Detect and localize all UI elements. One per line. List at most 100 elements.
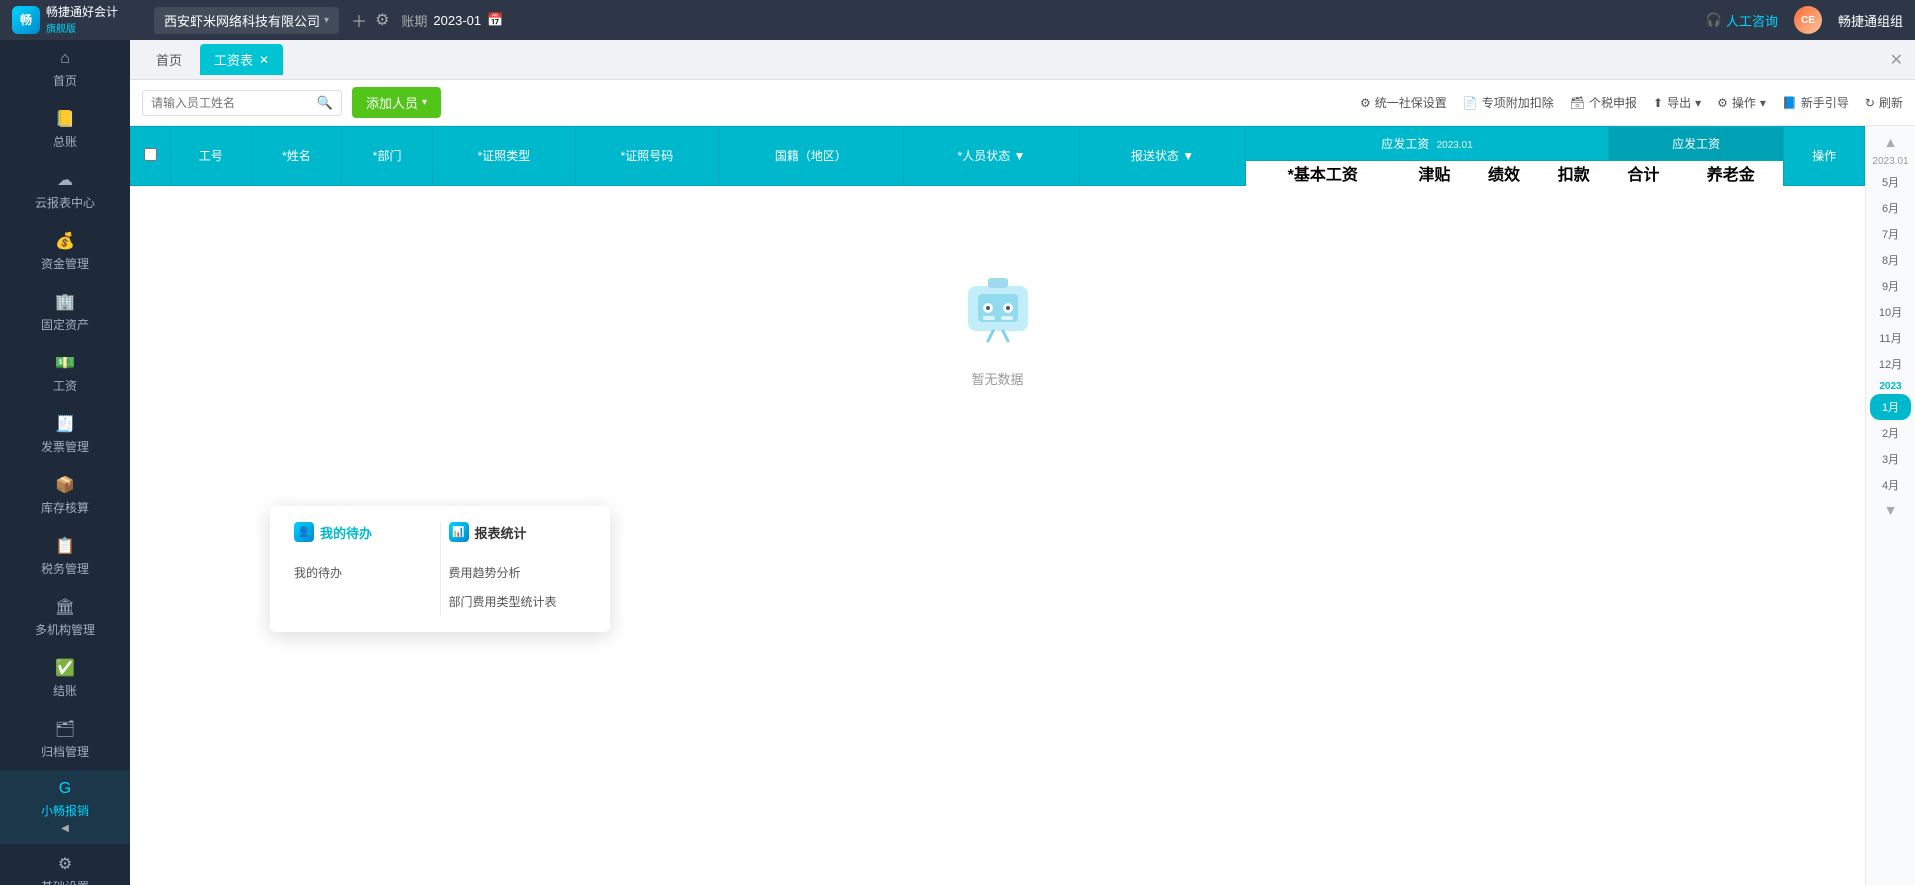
table-timeline-wrapper: 工号 *姓名 *部门 *证照类型 *证照号码 国籍（地区） *人员状态 ▼ [130, 126, 1915, 885]
panel-close-button[interactable]: ✕ [1890, 50, 1903, 70]
user-name: 畅捷通组组 [1838, 11, 1903, 30]
search-input[interactable] [151, 96, 313, 110]
cloud-icon: ☁ [57, 170, 73, 190]
sidebar-item-xiaochang[interactable]: G 小畅报销 ◀ [0, 770, 130, 844]
timeline-month-nov[interactable]: 11月 [1866, 325, 1915, 351]
timeline-year-2023-label: 2023.01 [1866, 154, 1915, 169]
new-guide-action[interactable]: 📘 新手引导 [1782, 94, 1849, 111]
dropdown-col-header-todo: 👤 我的待办 [294, 522, 432, 548]
support-button[interactable]: 🎧 人工咨询 [1706, 11, 1778, 30]
sidebar-item-home[interactable]: ⌂ 首页 [0, 40, 130, 99]
logo-main-text: 畅捷通好会计 [46, 5, 118, 19]
table-container: 工号 *姓名 *部门 *证照类型 *证照号码 国籍（地区） *人员状态 ▼ [130, 126, 1865, 885]
year-header-label: 2023.01 [1437, 140, 1473, 151]
add-employee-button[interactable]: 添加人员 ▾ [352, 87, 441, 118]
sidebar-item-archive[interactable]: 🗂 归档管理 [0, 709, 130, 770]
sidebar-item-invoice[interactable]: 🧾 发票管理 [0, 404, 130, 465]
th-report-status[interactable]: 报送状态 ▼ [1080, 127, 1246, 186]
tax-report-action[interactable]: 🗃 个税申报 [1570, 94, 1637, 111]
funds-icon: 💰 [55, 231, 75, 251]
sidebar-item-multi-org[interactable]: 🏛 多机构管理 [0, 587, 130, 648]
sidebar-item-funds[interactable]: 💰 资金管理 [0, 221, 130, 282]
avatar-initials: CE [1801, 15, 1815, 26]
tabs-bar: 首页 工资表 ✕ ✕ [130, 40, 1915, 80]
timeline-month-apr[interactable]: 4月 [1866, 472, 1915, 498]
new-guide-icon: 📘 [1782, 96, 1797, 110]
th-status[interactable]: *人员状态 ▼ [903, 127, 1079, 186]
payroll-table: 工号 *姓名 *部门 *证照类型 *证照号码 国籍（地区） *人员状态 ▼ [130, 126, 1865, 468]
sidebar-item-label: 基础设置 [41, 878, 89, 885]
sidebar-item-label: 小畅报销 [41, 802, 89, 819]
th-dept: *部门 [342, 127, 433, 186]
gear-icon: ⚙ [58, 854, 72, 874]
social-security-action[interactable]: ⚙ 统一社保设置 [1360, 94, 1447, 111]
special-deduct-action[interactable]: 📄 专项附加扣除 [1463, 94, 1554, 111]
timeline-month-may[interactable]: 5月 [1866, 169, 1915, 195]
tab-close-icon[interactable]: ✕ [259, 53, 269, 67]
tab-payroll[interactable]: 工资表 ✕ [200, 44, 283, 75]
empty-state: 暂无数据 [131, 186, 1865, 468]
sidebar-item-tax[interactable]: 📋 税务管理 [0, 526, 130, 587]
th-nationality: 国籍（地区） [718, 127, 903, 186]
timeline-month-sep[interactable]: 9月 [1866, 273, 1915, 299]
timeline-month-jan-active[interactable]: 1月 [1870, 394, 1911, 420]
timeline-active-year: 2023 [1866, 379, 1915, 394]
sidebar-item-label: 多机构管理 [35, 621, 95, 638]
dropdown-item-dept-cost[interactable]: 部门费用类型统计表 [449, 587, 587, 616]
tax-icon: 📋 [55, 536, 75, 556]
sidebar-item-cloud-reports[interactable]: ☁ 云报表中心 [0, 160, 130, 221]
timeline-month-oct[interactable]: 10月 [1866, 299, 1915, 325]
sidebar-item-inventory[interactable]: 📦 库存核算 [0, 465, 130, 526]
sidebar-item-basic-settings[interactable]: ⚙ 基础设置 [0, 844, 130, 885]
refresh-action[interactable]: ↻ 刷新 [1865, 94, 1903, 111]
dropdown-item-cost-trend[interactable]: 费用趋势分析 [449, 558, 587, 587]
add-chevron-icon: ▾ [422, 97, 427, 108]
operation-action[interactable]: ⚙ 操作 ▾ [1717, 94, 1766, 111]
company-selector[interactable]: 西安虾米网络科技有限公司 ▾ [154, 7, 339, 34]
chevron-down-icon: ▾ [324, 15, 329, 26]
th-total: 合计 [1609, 161, 1679, 186]
xiaochang-icon: G [59, 780, 71, 798]
settings-icon[interactable]: ⚙ [375, 10, 389, 30]
refresh-icon: ↻ [1865, 96, 1875, 110]
timeline-month-jul[interactable]: 7月 [1866, 221, 1915, 247]
sidebar-item-label: 云报表中心 [35, 194, 95, 211]
export-chevron-icon: ▾ [1695, 96, 1701, 110]
empty-illustration [958, 266, 1038, 349]
add-icon[interactable]: ＋ [351, 8, 367, 32]
timeline-month-dec[interactable]: 12月 [1866, 351, 1915, 377]
search-icon[interactable]: 🔍 [317, 95, 333, 111]
dropdown-overlay: 👤 我的待办 我的待办 📊 报表统计 [270, 506, 610, 632]
timeline-next-button[interactable]: ▼ [1866, 498, 1915, 522]
sidebar-item-payroll[interactable]: 💵 工资 [0, 343, 130, 404]
th-id-no: *证照号码 [575, 127, 718, 186]
tab-home[interactable]: 首页 [142, 44, 196, 75]
timeline-month-aug[interactable]: 8月 [1866, 247, 1915, 273]
sidebar-item-label: 总账 [53, 133, 77, 150]
sidebar-item-fixed-assets[interactable]: 🏢 固定资产 [0, 282, 130, 343]
timeline-month-mar[interactable]: 3月 [1866, 446, 1915, 472]
company-name: 西安虾米网络科技有限公司 [164, 11, 320, 30]
top-bar: 畅 畅捷通好会计 旗舰版 西安虾米网络科技有限公司 ▾ ＋ ⚙ 账期 2023-… [0, 0, 1915, 40]
logo-text-block: 畅捷通好会计 旗舰版 [46, 5, 118, 34]
sidebar-item-ledger[interactable]: 📒 总账 [0, 99, 130, 160]
timeline-month-feb[interactable]: 2月 [1866, 420, 1915, 446]
sidebar-item-label: 库存核算 [41, 499, 89, 516]
sidebar-item-label: 固定资产 [41, 316, 89, 333]
sidebar-item-label: 归档管理 [41, 743, 89, 760]
timeline-prev-button[interactable]: ▲ [1866, 130, 1915, 154]
period-value: 2023-01 [433, 13, 481, 28]
select-all-checkbox[interactable] [144, 148, 157, 161]
sidebar: ⌂ 首页 📒 总账 ☁ 云报表中心 💰 资金管理 🏢 固定资产 💵 工资 🧾 发… [0, 40, 130, 885]
th-base-wage: *基本工资 [1246, 161, 1400, 186]
sidebar-item-settlement[interactable]: ✅ 结账 [0, 648, 130, 709]
calendar-icon[interactable]: 📅 [487, 12, 503, 28]
filter-icon: ▼ [1014, 149, 1026, 163]
export-action[interactable]: ⬆ 导出 ▾ [1653, 94, 1701, 111]
filter2-icon: ▼ [1182, 149, 1194, 163]
th-checkbox[interactable] [131, 127, 171, 186]
headset-icon: 🎧 [1706, 12, 1722, 28]
timeline-month-jun[interactable]: 6月 [1866, 195, 1915, 221]
dropdown-item-my-todo[interactable]: 我的待办 [294, 558, 432, 587]
support-label: 人工咨询 [1726, 11, 1778, 30]
